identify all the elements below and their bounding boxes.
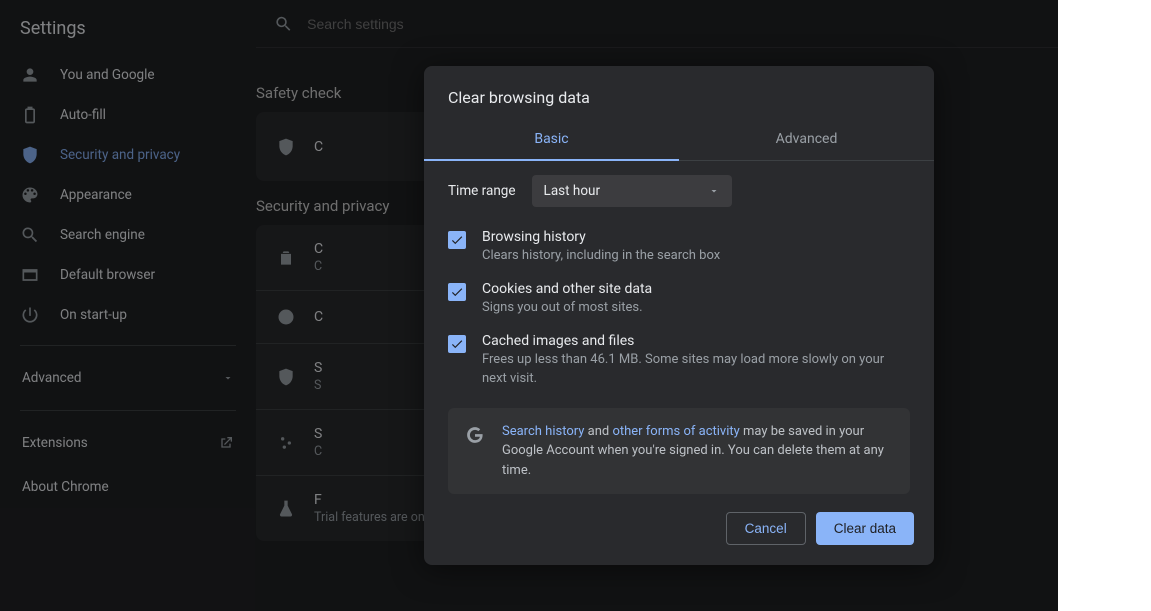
palette-icon <box>20 185 40 205</box>
other-activity-link[interactable]: other forms of activity <box>612 424 739 439</box>
time-range-value: Last hour <box>544 183 601 199</box>
checkbox-cached[interactable] <box>448 335 466 353</box>
sidebar-extensions-label: Extensions <box>22 435 88 451</box>
sliders-icon <box>276 433 296 453</box>
option-title: Cookies and other site data <box>482 281 652 297</box>
sidebar-item-appearance[interactable]: Appearance <box>0 175 256 215</box>
dialog-title: Clear browsing data <box>424 66 934 119</box>
search-bar <box>256 0 1058 48</box>
search-icon <box>20 225 40 245</box>
search-input[interactable] <box>307 16 1040 32</box>
open-external-icon <box>218 435 234 451</box>
sidebar-advanced-label: Advanced <box>22 370 82 386</box>
google-account-info: Search history and other forms of activi… <box>448 408 910 495</box>
option-sub: Signs you out of most sites. <box>482 299 652 317</box>
sidebar-item-autofill[interactable]: Auto-fill <box>0 95 256 135</box>
option-title: Browsing history <box>482 229 720 245</box>
sidebar-item-security-privacy[interactable]: Security and privacy <box>0 135 256 175</box>
clear-data-button[interactable]: Clear data <box>816 512 914 545</box>
shield-icon <box>20 145 40 165</box>
shield-check-icon <box>276 137 296 157</box>
sidebar-item-label: On start-up <box>60 307 127 323</box>
sidebar-item-label: Search engine <box>60 227 145 243</box>
sidebar-item-label: Security and privacy <box>60 147 180 163</box>
checkbox-browsing-history[interactable] <box>448 231 466 249</box>
safety-row-label: C <box>314 139 323 155</box>
time-range-label: Time range <box>448 183 516 199</box>
time-range-select[interactable]: Last hour <box>532 175 732 207</box>
window-icon <box>20 265 40 285</box>
sidebar-item-label: You and Google <box>60 67 155 83</box>
sidebar-extensions[interactable]: Extensions <box>0 421 256 465</box>
sidebar-about[interactable]: About Chrome <box>0 465 256 509</box>
clear-browsing-data-dialog: Clear browsing data Basic Advanced Time … <box>424 66 934 565</box>
sidebar-item-label: Appearance <box>60 187 132 203</box>
tab-advanced[interactable]: Advanced <box>679 119 934 161</box>
power-icon <box>20 305 40 325</box>
option-sub: Frees up less than 46.1 MB. Some sites m… <box>482 351 910 387</box>
clipboard-icon <box>20 105 40 125</box>
chevron-down-icon <box>222 372 234 384</box>
cancel-button[interactable]: Cancel <box>726 512 806 545</box>
trash-icon <box>276 248 296 268</box>
search-history-link[interactable]: Search history <box>502 424 584 439</box>
search-icon <box>274 14 293 34</box>
sidebar-item-on-startup[interactable]: On start-up <box>0 295 256 335</box>
person-icon <box>20 65 40 85</box>
sidebar-item-default-browser[interactable]: Default browser <box>0 255 256 295</box>
tab-basic[interactable]: Basic <box>424 119 679 161</box>
sidebar: Settings You and Google Auto-fill Securi… <box>0 0 256 611</box>
flask-icon <box>276 499 296 519</box>
sidebar-item-search-engine[interactable]: Search engine <box>0 215 256 255</box>
checkbox-cookies[interactable] <box>448 283 466 301</box>
sidebar-advanced-toggle[interactable]: Advanced <box>0 356 256 400</box>
option-sub: Clears history, including in the search … <box>482 247 720 265</box>
option-title: Cached images and files <box>482 333 910 349</box>
security-icon <box>276 367 296 387</box>
settings-app: Settings You and Google Auto-fill Securi… <box>0 0 1058 611</box>
sidebar-item-you-and-google[interactable]: You and Google <box>0 55 256 95</box>
cookie-icon <box>276 307 296 327</box>
sidebar-item-label: Default browser <box>60 267 155 283</box>
page-title: Settings <box>0 12 256 55</box>
sidebar-item-label: Auto-fill <box>60 107 106 123</box>
dropdown-arrow-icon <box>708 185 720 197</box>
sidebar-about-label: About Chrome <box>22 479 109 495</box>
google-logo-icon <box>464 424 486 446</box>
